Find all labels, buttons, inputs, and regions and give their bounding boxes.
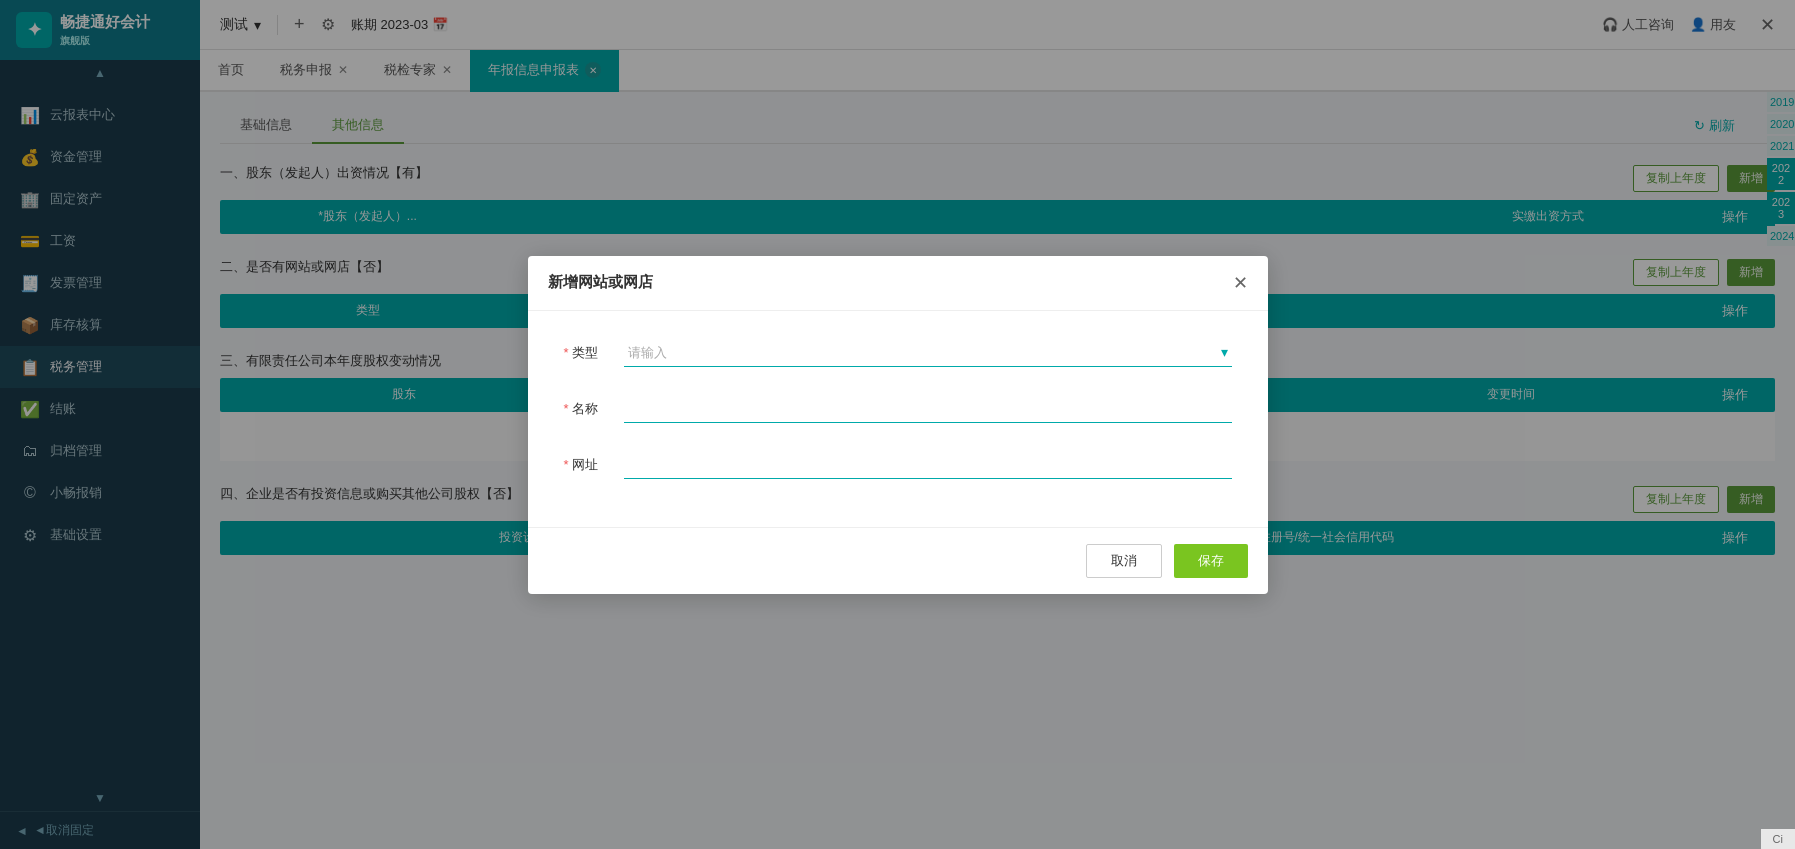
- dialog-close-button[interactable]: ✕: [1233, 272, 1248, 294]
- add-website-dialog: 新增网站或网店 ✕ * 类型 ▾ * 名称: [528, 256, 1268, 594]
- form-row-type: * 类型 ▾: [564, 339, 1232, 367]
- dialog-footer: 取消 保存: [528, 527, 1268, 594]
- url-input-wrap: [624, 451, 1232, 479]
- url-required: *: [564, 457, 569, 472]
- save-button[interactable]: 保存: [1174, 544, 1248, 578]
- cancel-button[interactable]: 取消: [1086, 544, 1162, 578]
- type-input-wrap: ▾: [624, 339, 1232, 367]
- type-input[interactable]: [624, 339, 1217, 366]
- bottom-hint: Ci: [1761, 829, 1795, 849]
- type-dropdown-icon[interactable]: ▾: [1217, 344, 1232, 360]
- form-row-url: * 网址: [564, 451, 1232, 479]
- dialog-body: * 类型 ▾ * 名称 *: [528, 311, 1268, 527]
- type-required: *: [564, 345, 569, 360]
- type-label: * 类型: [564, 344, 624, 362]
- dialog-title: 新增网站或网店: [548, 273, 653, 292]
- name-label: * 名称: [564, 400, 624, 418]
- name-required: *: [564, 401, 569, 416]
- url-label: * 网址: [564, 456, 624, 474]
- form-row-name: * 名称: [564, 395, 1232, 423]
- url-input[interactable]: [624, 451, 1232, 478]
- dialog-header: 新增网站或网店 ✕: [528, 256, 1268, 311]
- name-input-wrap: [624, 395, 1232, 423]
- name-input[interactable]: [624, 395, 1232, 422]
- modal-overlay: 新增网站或网店 ✕ * 类型 ▾ * 名称: [0, 0, 1795, 849]
